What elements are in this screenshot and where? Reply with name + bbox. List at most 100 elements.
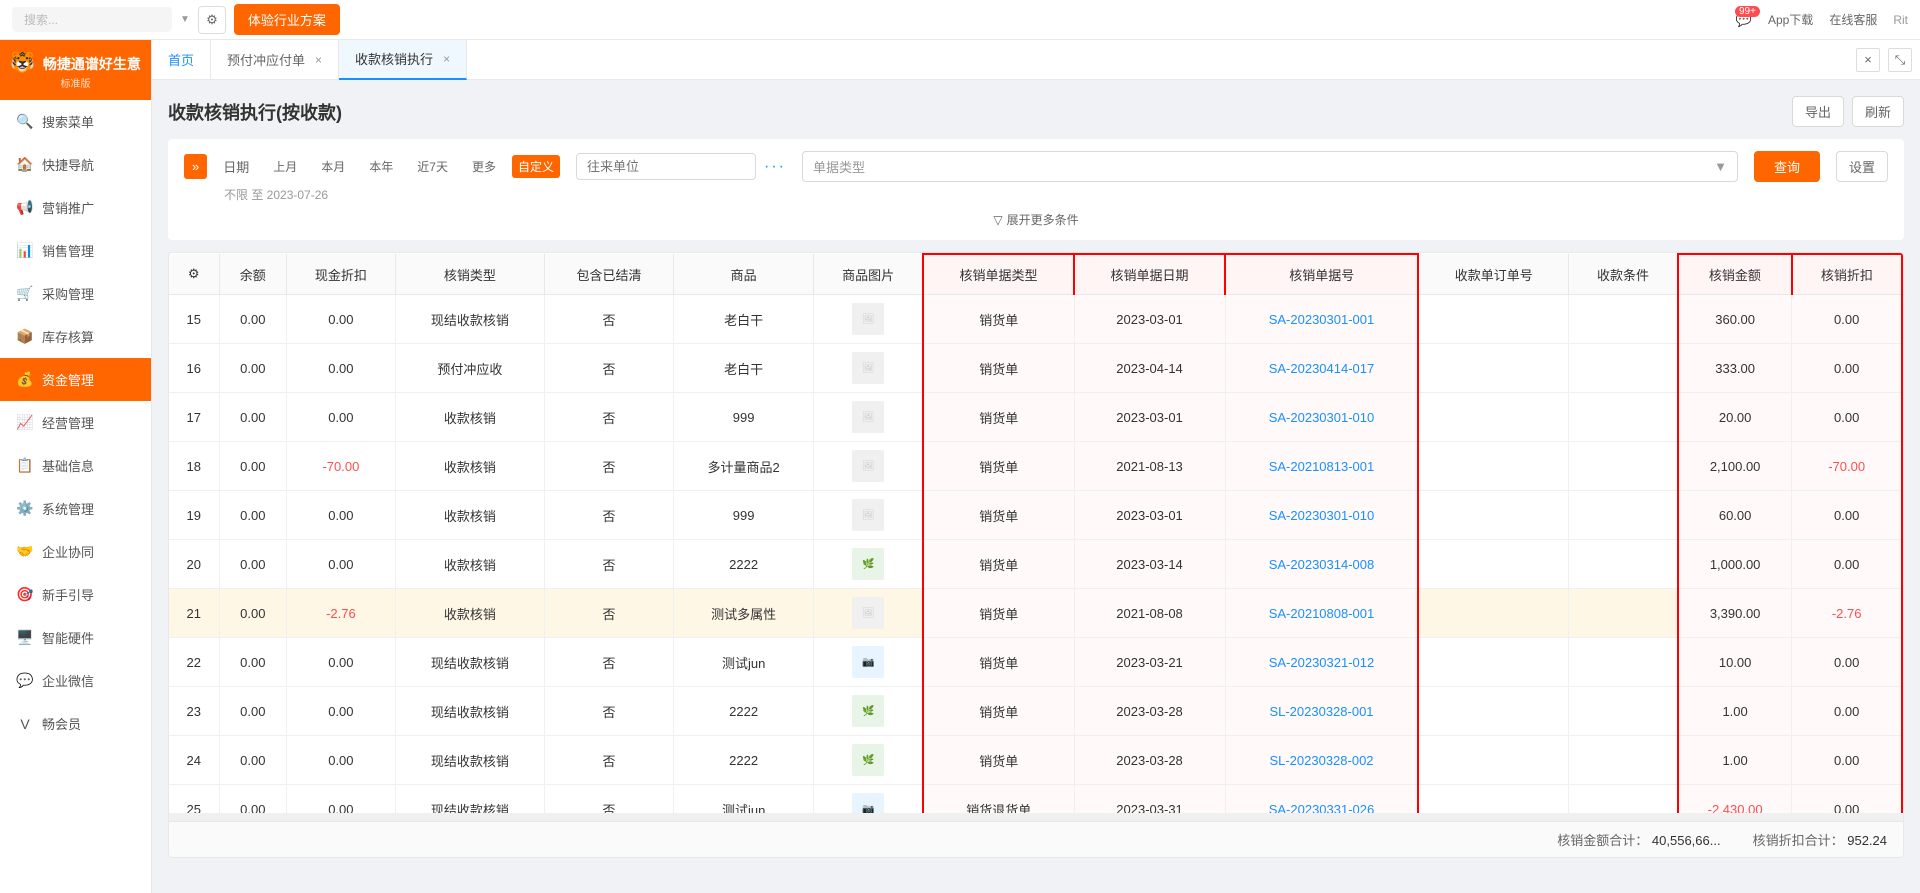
voucher-bill-no-link[interactable]: SA-20230301-010 bbox=[1269, 508, 1375, 523]
header-actions: 导出 刷新 bbox=[1792, 96, 1904, 127]
table-body: 15 0.00 0.00 现结收款核销 否 老白干 🖼 销货单 2023-03-… bbox=[169, 295, 1902, 814]
voucher-bill-no-link[interactable]: SA-20230331-026 bbox=[1269, 802, 1375, 814]
cell-cash-discount: 0.00 bbox=[287, 393, 396, 442]
date-btn-last-month[interactable]: 上月 bbox=[265, 155, 305, 178]
cell-goods-img: 🌿 bbox=[814, 736, 923, 785]
filter-collapse-btn[interactable]: » bbox=[184, 154, 207, 179]
cell-voucher-bill-type: 销货单 bbox=[923, 638, 1074, 687]
voucher-type-select[interactable]: 单据类型 ▼ bbox=[802, 151, 1738, 182]
voucher-bill-no-link[interactable]: SA-20230301-001 bbox=[1269, 312, 1375, 327]
cell-voucher-bill-no[interactable]: SA-20230301-001 bbox=[1225, 295, 1418, 344]
tab-prepay[interactable]: 预付冲应付单 × bbox=[211, 40, 339, 80]
cell-voucher-bill-no[interactable]: SA-20230301-010 bbox=[1225, 393, 1418, 442]
search-area[interactable]: 搜索... bbox=[12, 7, 172, 32]
refresh-button[interactable]: 刷新 bbox=[1852, 96, 1904, 127]
home-icon: 🏠 bbox=[16, 156, 34, 174]
query-button[interactable]: 查询 bbox=[1754, 151, 1820, 182]
cell-voucher-bill-no[interactable]: SL-20230328-001 bbox=[1225, 687, 1418, 736]
cell-goods: 2222 bbox=[673, 687, 813, 736]
cell-voucher-bill-no[interactable]: SA-20230314-008 bbox=[1225, 540, 1418, 589]
sidebar-item-basic[interactable]: 📋 基础信息 bbox=[0, 444, 151, 487]
cell-verify-amount: 1.00 bbox=[1678, 687, 1792, 736]
unit-input[interactable] bbox=[576, 153, 756, 180]
cell-verify-type: 收款核销 bbox=[395, 491, 544, 540]
cell-voucher-bill-no[interactable]: SA-20230321-012 bbox=[1225, 638, 1418, 687]
footer-verify-discount: 核销折扣合计： 952.24 bbox=[1753, 830, 1887, 849]
online-service-link[interactable]: 在线客服 bbox=[1829, 11, 1877, 28]
voucher-bill-no-link[interactable]: SL-20230328-002 bbox=[1269, 753, 1373, 768]
sidebar-item-sales[interactable]: 📊 销售管理 bbox=[0, 229, 151, 272]
cell-verify-discount: 0.00 bbox=[1792, 785, 1902, 814]
cell-voucher-bill-no[interactable]: SA-20210808-001 bbox=[1225, 589, 1418, 638]
tab-home[interactable]: 首页 bbox=[152, 40, 211, 80]
voucher-bill-no-link[interactable]: SA-20210813-001 bbox=[1269, 459, 1375, 474]
cell-balance: 0.00 bbox=[219, 638, 287, 687]
tab-prepay-close[interactable]: × bbox=[315, 53, 322, 67]
table-wrapper[interactable]: ⚙ 余额 现金折扣 核销类型 包含已结清 商品 商品图片 核销单据类型 核销单据… bbox=[169, 253, 1903, 813]
tab-collection-close[interactable]: × bbox=[443, 52, 450, 66]
col-verify-type: 核销类型 bbox=[395, 254, 544, 295]
cell-cash-discount: 0.00 bbox=[287, 687, 396, 736]
cell-voucher-bill-type: 销货单 bbox=[923, 491, 1074, 540]
sidebar-item-system[interactable]: ⚙️ 系统管理 bbox=[0, 487, 151, 530]
col-settings[interactable]: ⚙ bbox=[169, 254, 219, 295]
tab-maximize-button[interactable]: ⤡ bbox=[1888, 48, 1912, 72]
message-icon[interactable]: 💬 99+ bbox=[1736, 12, 1752, 28]
sidebar-item-finance[interactable]: 💰 资金管理 bbox=[0, 358, 151, 401]
voucher-type-group: 单据类型 ▼ bbox=[802, 151, 1738, 182]
cell-voucher-bill-no[interactable]: SL-20230328-002 bbox=[1225, 736, 1418, 785]
cell-verify-discount: 0.00 bbox=[1792, 638, 1902, 687]
sidebar-item-corp[interactable]: 🤝 企业协同 bbox=[0, 530, 151, 573]
voucher-bill-no-link[interactable]: SA-20230321-012 bbox=[1269, 655, 1375, 670]
table-row: 25 0.00 0.00 现结收款核销 否 测试jun 📷 销货退货单 2023… bbox=[169, 785, 1902, 814]
voucher-bill-no-link[interactable]: SA-20230301-010 bbox=[1269, 410, 1375, 425]
footer-verify-discount-value: 952.24 bbox=[1847, 833, 1887, 848]
setting-button[interactable]: 设置 bbox=[1836, 151, 1888, 182]
voucher-bill-no-link[interactable]: SL-20230328-001 bbox=[1269, 704, 1373, 719]
vip-icon: V bbox=[16, 715, 34, 733]
footer-verify-amount: 核销金额合计： 40,556,66... bbox=[1557, 830, 1720, 849]
cell-voucher-bill-no[interactable]: SA-20210813-001 bbox=[1225, 442, 1418, 491]
voucher-bill-no-link[interactable]: SA-20230414-017 bbox=[1269, 361, 1375, 376]
horizontal-scrollbar[interactable] bbox=[169, 813, 1903, 821]
cell-goods-img: 🖼 bbox=[814, 344, 923, 393]
cell-voucher-bill-type: 销货单 bbox=[923, 736, 1074, 785]
sidebar-item-guide[interactable]: 🎯 新手引导 bbox=[0, 573, 151, 616]
cell-id: 24 bbox=[169, 736, 219, 785]
sidebar-item-inventory[interactable]: 📦 库存核算 bbox=[0, 315, 151, 358]
date-btn-this-month[interactable]: 本月 bbox=[313, 155, 353, 178]
col-voucher-bill-type: 核销单据类型 bbox=[923, 254, 1074, 295]
cell-voucher-bill-no[interactable]: SA-20230301-010 bbox=[1225, 491, 1418, 540]
sidebar-item-wechat[interactable]: 💬 企业微信 bbox=[0, 659, 151, 702]
col-include-settled: 包含已结清 bbox=[545, 254, 674, 295]
industry-solution-button[interactable]: 体验行业方案 bbox=[234, 4, 340, 35]
sidebar-item-search[interactable]: 🔍 搜索菜单 bbox=[0, 100, 151, 143]
tab-collection-label: 收款核销执行 bbox=[355, 49, 433, 68]
sidebar-item-purchase[interactable]: 🛒 采购管理 bbox=[0, 272, 151, 315]
expand-conditions-btn[interactable]: ▽ 展开更多条件 bbox=[993, 211, 1078, 228]
date-btn-this-year[interactable]: 本年 bbox=[361, 155, 401, 178]
cell-voucher-bill-no[interactable]: SA-20230331-026 bbox=[1225, 785, 1418, 814]
cell-goods-img: 🖼 bbox=[814, 442, 923, 491]
app-download-link[interactable]: App下载 bbox=[1768, 11, 1813, 28]
unit-dots[interactable]: ··· bbox=[764, 158, 786, 176]
tab-close-button[interactable]: × bbox=[1856, 48, 1880, 72]
voucher-bill-no-link[interactable]: SA-20210808-001 bbox=[1269, 606, 1375, 621]
cell-voucher-bill-no[interactable]: SA-20230414-017 bbox=[1225, 344, 1418, 393]
tab-collection[interactable]: 收款核销执行 × bbox=[339, 40, 467, 80]
sidebar-item-marketing[interactable]: 📢 营销推广 bbox=[0, 186, 151, 229]
date-btn-7days[interactable]: 近7天 bbox=[409, 155, 456, 178]
date-btn-custom[interactable]: 自定义 bbox=[512, 155, 560, 178]
gear-button[interactable]: ⚙ bbox=[198, 6, 226, 34]
voucher-bill-no-link[interactable]: SA-20230314-008 bbox=[1269, 557, 1375, 572]
export-button[interactable]: 导出 bbox=[1792, 96, 1844, 127]
cell-include-settled: 否 bbox=[545, 491, 674, 540]
cell-balance: 0.00 bbox=[219, 540, 287, 589]
cell-goods: 2222 bbox=[673, 736, 813, 785]
sidebar-item-operation[interactable]: 📈 经营管理 bbox=[0, 401, 151, 444]
sidebar-item-quick[interactable]: 🏠 快捷导航 bbox=[0, 143, 151, 186]
date-btn-more[interactable]: 更多 bbox=[464, 155, 504, 178]
sidebar-item-hardware[interactable]: 🖥️ 智能硬件 bbox=[0, 616, 151, 659]
megaphone-icon: 📢 bbox=[16, 199, 34, 217]
sidebar-item-vip[interactable]: V 畅会员 bbox=[0, 702, 151, 745]
